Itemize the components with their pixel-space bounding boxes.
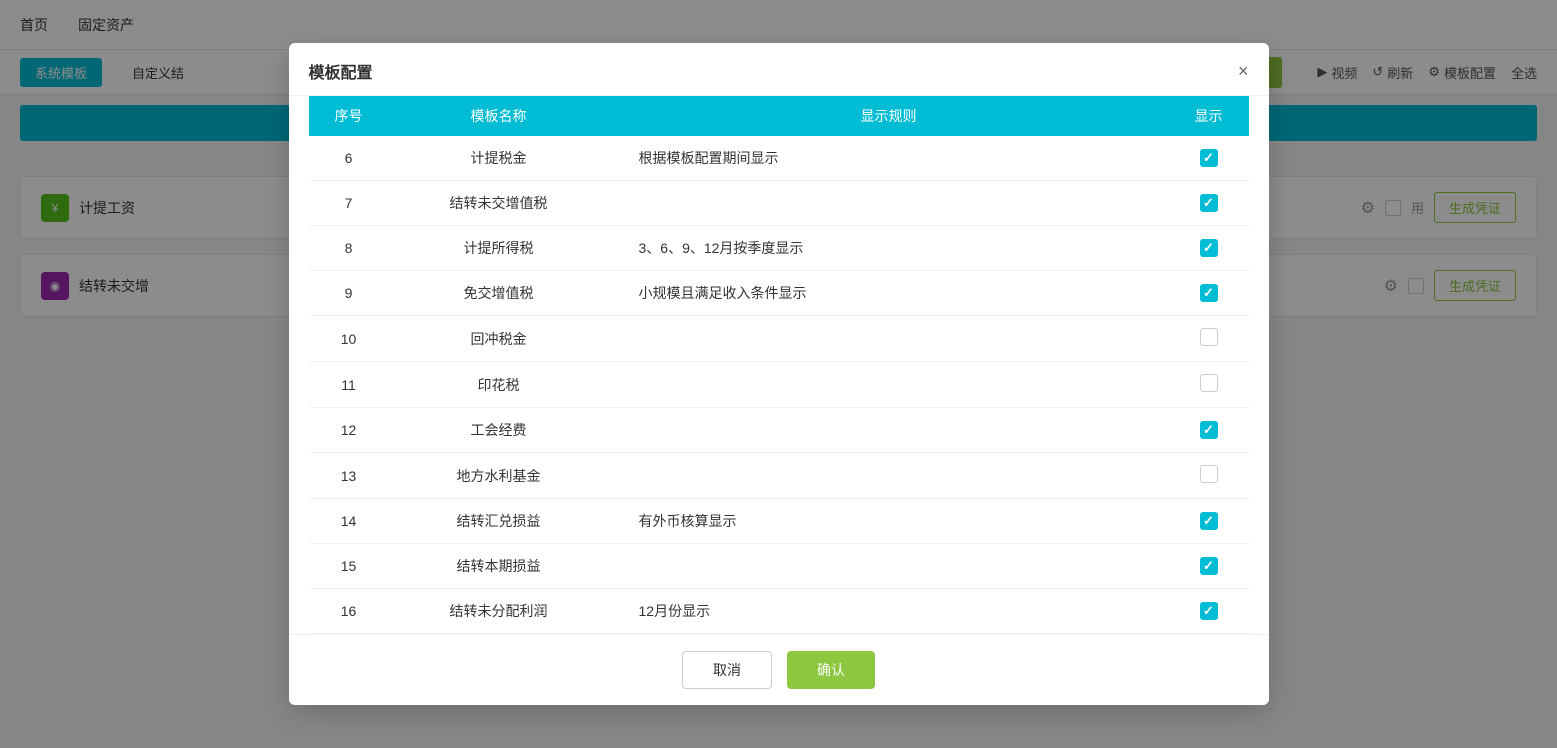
table-row: 11印花税	[309, 362, 1249, 408]
cell-id: 11	[309, 362, 389, 408]
cell-name: 回冲税金	[389, 316, 609, 362]
cell-rule: 3、6、9、12月按季度显示	[609, 226, 1169, 271]
cell-id: 9	[309, 271, 389, 316]
cell-rule: 有外币核算显示	[609, 499, 1169, 544]
table-row: 15结转本期损益	[309, 544, 1249, 589]
cell-rule: 小规模且满足收入条件显示	[609, 271, 1169, 316]
col-header-name: 模板名称	[389, 96, 609, 136]
cell-rule	[609, 453, 1169, 499]
modal-footer: 取消 确认	[289, 634, 1269, 705]
cell-id: 13	[309, 453, 389, 499]
col-header-rule: 显示规则	[609, 96, 1169, 136]
modal-template-config: 模板配置 × 序号 模板名称 显示规则 显示 6计提税金根据模板配置期间显示7结…	[289, 43, 1269, 705]
cell-checkbox[interactable]	[1169, 362, 1249, 408]
cell-name: 结转未交增值税	[389, 181, 609, 226]
cell-name: 结转本期损益	[389, 544, 609, 589]
cell-id: 12	[309, 408, 389, 453]
cell-id: 16	[309, 589, 389, 634]
cell-name: 计提所得税	[389, 226, 609, 271]
cancel-button[interactable]: 取消	[682, 651, 772, 689]
cell-id: 14	[309, 499, 389, 544]
cell-name: 工会经费	[389, 408, 609, 453]
cell-id: 7	[309, 181, 389, 226]
checkbox-icon[interactable]	[1200, 149, 1218, 167]
cell-checkbox[interactable]	[1169, 544, 1249, 589]
checkbox-icon[interactable]	[1200, 284, 1218, 302]
cell-checkbox[interactable]	[1169, 408, 1249, 453]
cell-id: 6	[309, 136, 389, 181]
checkbox-icon[interactable]	[1200, 512, 1218, 530]
checkbox-icon[interactable]	[1200, 239, 1218, 257]
cell-checkbox[interactable]	[1169, 136, 1249, 181]
modal-overlay[interactable]: 模板配置 × 序号 模板名称 显示规则 显示 6计提税金根据模板配置期间显示7结…	[0, 0, 1557, 748]
modal-body: 序号 模板名称 显示规则 显示 6计提税金根据模板配置期间显示7结转未交增值税8…	[289, 96, 1269, 634]
cell-checkbox[interactable]	[1169, 316, 1249, 362]
table-header-row: 序号 模板名称 显示规则 显示	[309, 96, 1249, 136]
cell-rule: 根据模板配置期间显示	[609, 136, 1169, 181]
checkbox-icon[interactable]	[1200, 602, 1218, 620]
cell-checkbox[interactable]	[1169, 589, 1249, 634]
checkbox-icon[interactable]	[1200, 557, 1218, 575]
cell-rule	[609, 181, 1169, 226]
cell-name: 计提税金	[389, 136, 609, 181]
cell-rule	[609, 316, 1169, 362]
checkbox-icon[interactable]	[1200, 465, 1218, 483]
cell-checkbox[interactable]	[1169, 271, 1249, 316]
table-row: 7结转未交增值税	[309, 181, 1249, 226]
cell-id: 15	[309, 544, 389, 589]
cell-checkbox[interactable]	[1169, 453, 1249, 499]
cell-name: 地方水利基金	[389, 453, 609, 499]
checkbox-icon[interactable]	[1200, 194, 1218, 212]
table-row: 13地方水利基金	[309, 453, 1249, 499]
modal-title: 模板配置	[309, 59, 373, 83]
col-header-show: 显示	[1169, 96, 1249, 136]
cell-name: 印花税	[389, 362, 609, 408]
table-row: 12工会经费	[309, 408, 1249, 453]
checkbox-icon[interactable]	[1200, 328, 1218, 346]
table-row: 14结转汇兑损益有外币核算显示	[309, 499, 1249, 544]
cell-rule	[609, 544, 1169, 589]
modal-header: 模板配置 ×	[289, 43, 1269, 96]
table-row: 6计提税金根据模板配置期间显示	[309, 136, 1249, 181]
col-header-id: 序号	[309, 96, 389, 136]
cell-name: 免交增值税	[389, 271, 609, 316]
cell-rule	[609, 362, 1169, 408]
cell-name: 结转未分配利润	[389, 589, 609, 634]
cell-id: 10	[309, 316, 389, 362]
checkbox-icon[interactable]	[1200, 374, 1218, 392]
modal-close-button[interactable]: ×	[1238, 62, 1249, 80]
cell-checkbox[interactable]	[1169, 499, 1249, 544]
cell-rule	[609, 408, 1169, 453]
checkbox-icon[interactable]	[1200, 421, 1218, 439]
table-row: 9免交增值税小规模且满足收入条件显示	[309, 271, 1249, 316]
cell-checkbox[interactable]	[1169, 181, 1249, 226]
cell-checkbox[interactable]	[1169, 226, 1249, 271]
table-row: 8计提所得税3、6、9、12月按季度显示	[309, 226, 1249, 271]
config-table: 序号 模板名称 显示规则 显示 6计提税金根据模板配置期间显示7结转未交增值税8…	[309, 96, 1249, 634]
table-row: 10回冲税金	[309, 316, 1249, 362]
table-row: 16结转未分配利润12月份显示	[309, 589, 1249, 634]
confirm-button[interactable]: 确认	[787, 651, 875, 689]
cell-name: 结转汇兑损益	[389, 499, 609, 544]
cell-id: 8	[309, 226, 389, 271]
cell-rule: 12月份显示	[609, 589, 1169, 634]
